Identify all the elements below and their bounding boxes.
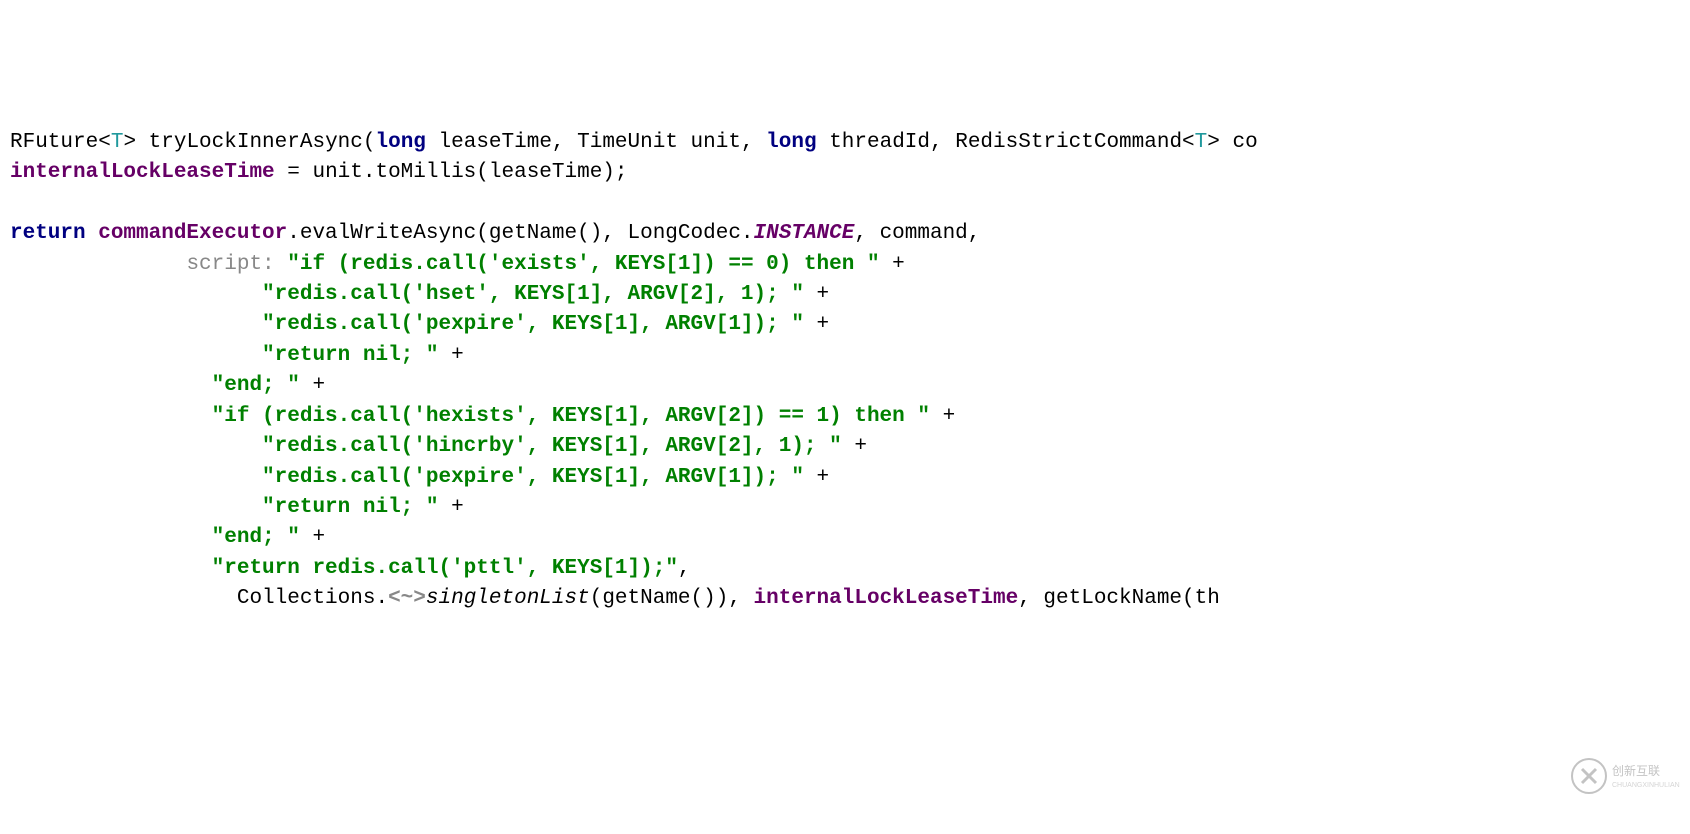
collections-pre: Collections. <box>212 587 388 610</box>
watermark-logo: 创新互联 CHUANGXINHULIAN <box>1570 697 1680 826</box>
lua-string-2: "redis.call('hset', KEYS[1], ARGV[2], 1)… <box>262 283 804 306</box>
keyword-long-1: long <box>375 131 425 154</box>
plus-4: + <box>438 344 463 367</box>
param-hint-script: script: <box>186 253 287 276</box>
code-line-5: script: "if (redis.call('exists', KEYS[1… <box>10 253 905 276</box>
type-param-2: T <box>1195 131 1208 154</box>
field-commandExecutor: commandExecutor <box>98 222 287 245</box>
comma-1: , <box>678 557 691 580</box>
lua-string-4: "return nil; " <box>262 344 438 367</box>
static-instance: INSTANCE <box>754 222 855 245</box>
lua-string-7: "redis.call('hincrby', KEYS[1], ARGV[2],… <box>262 435 842 458</box>
code-block: RFuture<T> tryLockInnerAsync(long leaseT… <box>10 128 1680 615</box>
svg-text:创新互联: 创新互联 <box>1612 763 1660 778</box>
code-line-8: "return nil; " + <box>10 344 464 367</box>
field-internalLockLeaseTime: internalLockLeaseTime <box>10 161 275 184</box>
keyword-return: return <box>10 222 98 245</box>
type-param-1: T <box>111 131 124 154</box>
plus-5: + <box>300 374 325 397</box>
plus-2: + <box>804 283 829 306</box>
field-internalLockLeaseTime-2: internalLockLeaseTime <box>754 587 1019 610</box>
keyword-long-2: long <box>766 131 816 154</box>
lua-string-9: "return nil; " <box>262 496 438 519</box>
logo-icon: 创新互联 CHUANGXINHULIAN <box>1570 757 1680 795</box>
lua-string-11: "return redis.call('pttl', KEYS[1]);" <box>212 557 678 580</box>
method-sig-4: threadId, RedisStrictCommand< <box>817 131 1195 154</box>
diamond-hint: <~> <box>388 587 426 610</box>
code-line-12: "redis.call('pexpire', KEYS[1], ARGV[1])… <box>10 466 829 489</box>
code-line-6: "redis.call('hset', KEYS[1], ARGV[2], 1)… <box>10 283 829 306</box>
plus-6: + <box>930 405 955 428</box>
code-line-7: "redis.call('pexpire', KEYS[1], ARGV[1])… <box>10 313 829 336</box>
singletonList-call: singletonList <box>426 587 590 610</box>
code-line-11: "redis.call('hincrby', KEYS[1], ARGV[2],… <box>10 435 867 458</box>
plus-8: + <box>804 466 829 489</box>
assign-rest: = unit.toMillis(leaseTime); <box>275 161 628 184</box>
plus-10: + <box>300 526 325 549</box>
code-line-2: internalLockLeaseTime = unit.toMillis(le… <box>10 161 628 184</box>
code-line-4: return commandExecutor.evalWriteAsync(ge… <box>10 222 980 245</box>
method-sig-2: > tryLockInnerAsync( <box>123 131 375 154</box>
collections-mid: (getName()), <box>590 587 754 610</box>
code-line-1: RFuture<T> tryLockInnerAsync(long leaseT… <box>10 131 1258 154</box>
method-sig-5: > co <box>1207 131 1257 154</box>
plus-3: + <box>804 313 829 336</box>
lua-string-5: "end; " <box>212 374 300 397</box>
lua-string-6: "if (redis.call('hexists', KEYS[1], ARGV… <box>212 405 930 428</box>
collections-end: , getLockName(th <box>1018 587 1220 610</box>
code-line-14: "end; " + <box>10 526 325 549</box>
code-line-15: "return redis.call('pttl', KEYS[1]);", <box>10 557 691 580</box>
code-line-9: "end; " + <box>10 374 325 397</box>
plus-7: + <box>842 435 867 458</box>
plus-9: + <box>438 496 463 519</box>
method-sig-3: leaseTime, TimeUnit unit, <box>426 131 766 154</box>
code-line-13: "return nil; " + <box>10 496 464 519</box>
plus-1: + <box>880 253 905 276</box>
code-line-16: Collections.<~>singletonList(getName()),… <box>10 587 1220 610</box>
lua-string-3: "redis.call('pexpire', KEYS[1], ARGV[1])… <box>262 313 804 336</box>
lua-string-1: "if (redis.call('exists', KEYS[1]) == 0)… <box>287 253 879 276</box>
svg-text:CHUANGXINHULIAN: CHUANGXINHULIAN <box>1612 782 1680 789</box>
method-sig-1: RFuture< <box>10 131 111 154</box>
eval-call-1: .evalWriteAsync(getName(), LongCodec. <box>287 222 753 245</box>
lua-string-8: "redis.call('pexpire', KEYS[1], ARGV[1])… <box>262 466 804 489</box>
code-line-10: "if (redis.call('hexists', KEYS[1], ARGV… <box>10 405 955 428</box>
lua-string-10: "end; " <box>212 526 300 549</box>
eval-call-2: , command, <box>854 222 980 245</box>
